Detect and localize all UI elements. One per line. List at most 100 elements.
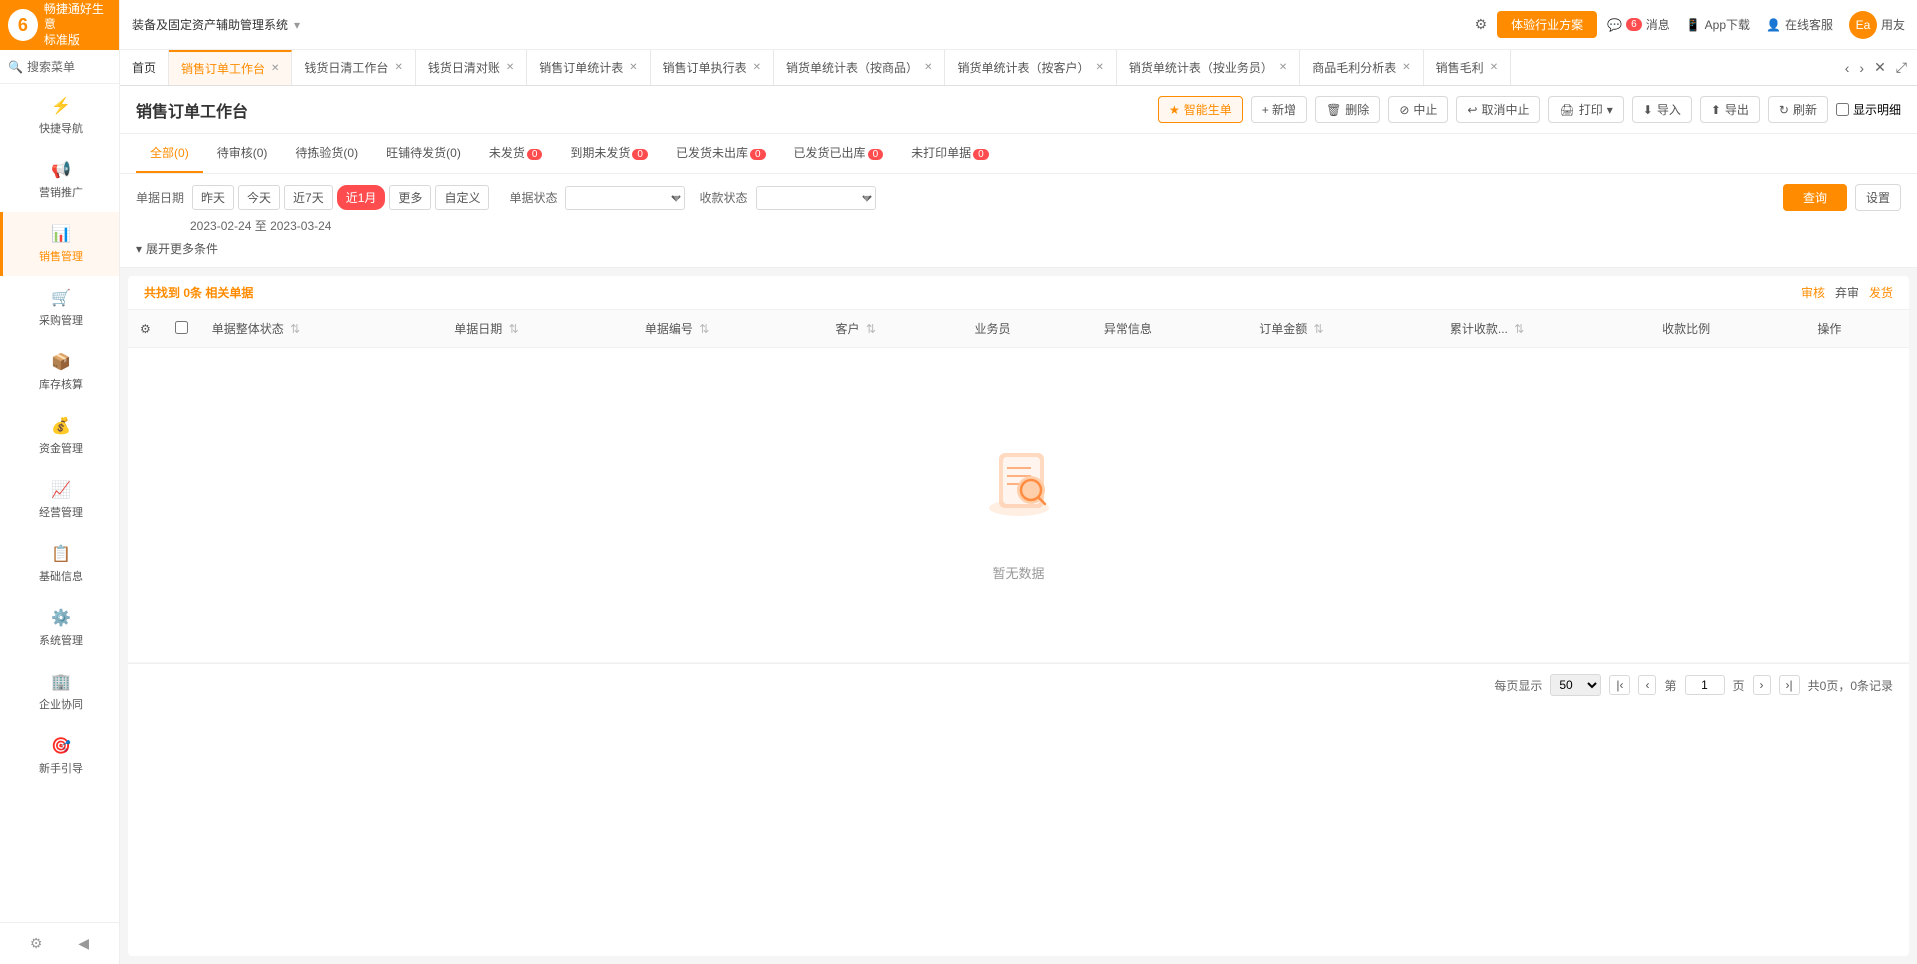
tab-sales-stats[interactable]: 销售订单统计表 ✕	[527, 50, 650, 86]
show-detail-checkbox-label[interactable]: 显示明细	[1836, 101, 1901, 118]
expand-button[interactable]: ▾ 展开更多条件	[136, 240, 1901, 257]
status-select[interactable]	[565, 186, 685, 210]
collapse-icon[interactable]: ◀	[78, 935, 89, 952]
tab-close-icon[interactable]: ✕	[753, 62, 761, 73]
th-number[interactable]: 单据编号 ⇅	[633, 310, 824, 348]
date-btn-7days[interactable]: 近7天	[284, 185, 333, 210]
tab-scroll-left-button[interactable]: ‹	[1841, 58, 1854, 78]
total-label: 共0页，0条记录	[1808, 677, 1893, 694]
tab-sales-profit[interactable]: 销售毛利 ✕	[1424, 50, 1511, 86]
sidebar-item-purchase[interactable]: 🛒 采购管理	[0, 276, 119, 340]
tab-sales-exec[interactable]: 销售订单执行表 ✕	[651, 50, 774, 86]
cancel-stop-button[interactable]: ↩ 取消中止	[1456, 96, 1540, 123]
tab-home[interactable]: 首页	[120, 50, 169, 86]
tab-close-icon[interactable]: ✕	[1095, 62, 1103, 73]
filter-tab-not-printed[interactable]: 未打印单据0	[897, 134, 1003, 173]
tab-close-icon[interactable]: ✕	[629, 62, 637, 73]
sidebar-item-marketing[interactable]: 📢 营销推广	[0, 148, 119, 212]
filter-tab-all[interactable]: 全部(0)	[136, 134, 203, 173]
tab-sales-summary-staff[interactable]: 销货单统计表（按业务员） ✕	[1117, 50, 1300, 86]
date-btn-today[interactable]: 今天	[238, 185, 280, 210]
tab-profit-analysis-label: 商品毛利分析表	[1312, 59, 1396, 76]
app-download-button[interactable]: 📱 App下载	[1686, 16, 1750, 33]
th-checkbox[interactable]	[163, 310, 200, 348]
tab-close-icon[interactable]: ✕	[271, 63, 279, 74]
date-btn-1month[interactable]: 近1月	[337, 185, 386, 210]
tab-close-icon[interactable]: ✕	[1402, 62, 1410, 73]
th-date[interactable]: 单据日期 ⇅	[442, 310, 633, 348]
select-all-checkbox[interactable]	[175, 321, 188, 334]
tab-close-icon[interactable]: ✕	[1279, 62, 1287, 73]
tab-close-icon[interactable]: ✕	[506, 62, 514, 73]
sidebar-item-inventory[interactable]: 📦 库存核算	[0, 340, 119, 404]
sidebar-item-guide[interactable]: 🎯 新手引导	[0, 724, 119, 788]
tab-sales-workbench[interactable]: 销售订单工作台 ✕	[169, 50, 292, 86]
sidebar-item-quick-nav[interactable]: ⚡ 快捷导航	[0, 84, 119, 148]
page-size-select[interactable]: 50 100 200	[1550, 674, 1601, 696]
online-service-button[interactable]: 👤 在线客服	[1766, 16, 1833, 33]
sidebar-item-basic[interactable]: 📋 基础信息	[0, 532, 119, 596]
tab-close-all-button[interactable]: ✕	[1870, 57, 1890, 78]
settings-gear-icon[interactable]: ⚙	[1475, 16, 1488, 33]
smart-create-button[interactable]: ★ 智能生单	[1158, 96, 1243, 123]
filter-tab-wangpu-ship[interactable]: 旺铺待发货(0)	[372, 134, 475, 173]
filter-tab-shipped-not-out[interactable]: 已发货未出库0	[662, 134, 780, 173]
unaudit-button[interactable]: 弃审	[1835, 284, 1859, 301]
th-collected[interactable]: 累计收款... ⇅	[1438, 310, 1650, 348]
th-customer[interactable]: 客户 ⇅	[824, 310, 963, 348]
print-button[interactable]: 🖨 打印 ▾	[1548, 96, 1623, 123]
export-icon: ⬆	[1711, 103, 1721, 117]
add-button[interactable]: + 新增	[1251, 96, 1307, 123]
th-staff: 业务员	[962, 310, 1091, 348]
settings-icon[interactable]: ⚙	[30, 935, 43, 952]
date-btn-more[interactable]: 更多	[389, 185, 431, 210]
tab-cash-daily[interactable]: 钱货日清工作台 ✕	[292, 50, 415, 86]
export-button[interactable]: ⬆ 导出	[1700, 96, 1760, 123]
refresh-button[interactable]: ↻ 刷新	[1768, 96, 1828, 123]
date-btn-yesterday[interactable]: 昨天	[192, 185, 234, 210]
filter-tab-overdue-ship[interactable]: 到期未发货0	[556, 134, 662, 173]
page-input[interactable]	[1685, 675, 1725, 695]
audit-button[interactable]: 审核	[1801, 284, 1825, 301]
sidebar-search[interactable]: 🔍 搜索菜单	[0, 50, 119, 84]
ship-button[interactable]: 发货	[1869, 284, 1893, 301]
tab-sales-summary-product[interactable]: 销货单统计表（按商品） ✕	[774, 50, 945, 86]
page-prev-button[interactable]: ‹	[1638, 675, 1656, 695]
delete-button[interactable]: 🗑 删除	[1315, 96, 1380, 123]
sidebar-item-operation[interactable]: 📈 经营管理	[0, 468, 119, 532]
th-status[interactable]: 单据整体状态 ⇅	[200, 310, 442, 348]
tab-scroll-right-button[interactable]: ›	[1855, 58, 1868, 78]
search-button[interactable]: 查询	[1783, 184, 1847, 211]
tab-sales-summary-customer[interactable]: 销货单统计表（按客户） ✕	[945, 50, 1116, 86]
sidebar-logo: 6 畅捷通好生意 标准版	[0, 0, 119, 50]
th-amount[interactable]: 订单金额 ⇅	[1247, 310, 1438, 348]
page-next-button[interactable]: ›	[1753, 675, 1771, 695]
date-btn-custom[interactable]: 自定义	[435, 185, 489, 210]
settings-search-button[interactable]: 设置	[1855, 184, 1901, 211]
tab-profit-analysis[interactable]: 商品毛利分析表 ✕	[1300, 50, 1423, 86]
page-last-button[interactable]: ›|	[1779, 675, 1800, 695]
filter-tab-not-shipped[interactable]: 未发货0	[475, 134, 557, 173]
tab-close-icon[interactable]: ✕	[1490, 62, 1498, 73]
sidebar-item-enterprise[interactable]: 🏢 企业协同	[0, 660, 119, 724]
sidebar-item-system[interactable]: ⚙️ 系统管理	[0, 596, 119, 660]
import-button[interactable]: ⬇ 导入	[1632, 96, 1692, 123]
tab-close-icon[interactable]: ✕	[924, 62, 932, 73]
filter-tab-shipped-out[interactable]: 已发货已出库0	[780, 134, 898, 173]
sidebar-item-sales[interactable]: 📊 销售管理	[0, 212, 119, 276]
page-first-button[interactable]: |‹	[1609, 675, 1630, 695]
tab-close-icon[interactable]: ✕	[394, 62, 402, 73]
industry-solution-button[interactable]: 体验行业方案	[1497, 11, 1597, 38]
tab-maximize-button[interactable]: ⤢	[1892, 57, 1911, 78]
stop-button[interactable]: ⊘ 中止	[1388, 96, 1448, 123]
filter-tab-pending-review[interactable]: 待审核(0)	[203, 134, 282, 173]
message-button[interactable]: 💬 6 消息	[1607, 16, 1670, 33]
show-detail-checkbox[interactable]	[1836, 103, 1849, 116]
tab-cash-reconcile[interactable]: 钱货日清对账 ✕	[416, 50, 527, 86]
sidebar-item-label: 采购管理	[39, 312, 83, 328]
service-icon: 👤	[1766, 18, 1781, 32]
payment-select[interactable]	[756, 186, 876, 210]
user-profile-button[interactable]: Ea 用友	[1849, 11, 1905, 39]
sidebar-item-finance[interactable]: 💰 资金管理	[0, 404, 119, 468]
filter-tab-pending-check[interactable]: 待拣验货(0)	[281, 134, 372, 173]
